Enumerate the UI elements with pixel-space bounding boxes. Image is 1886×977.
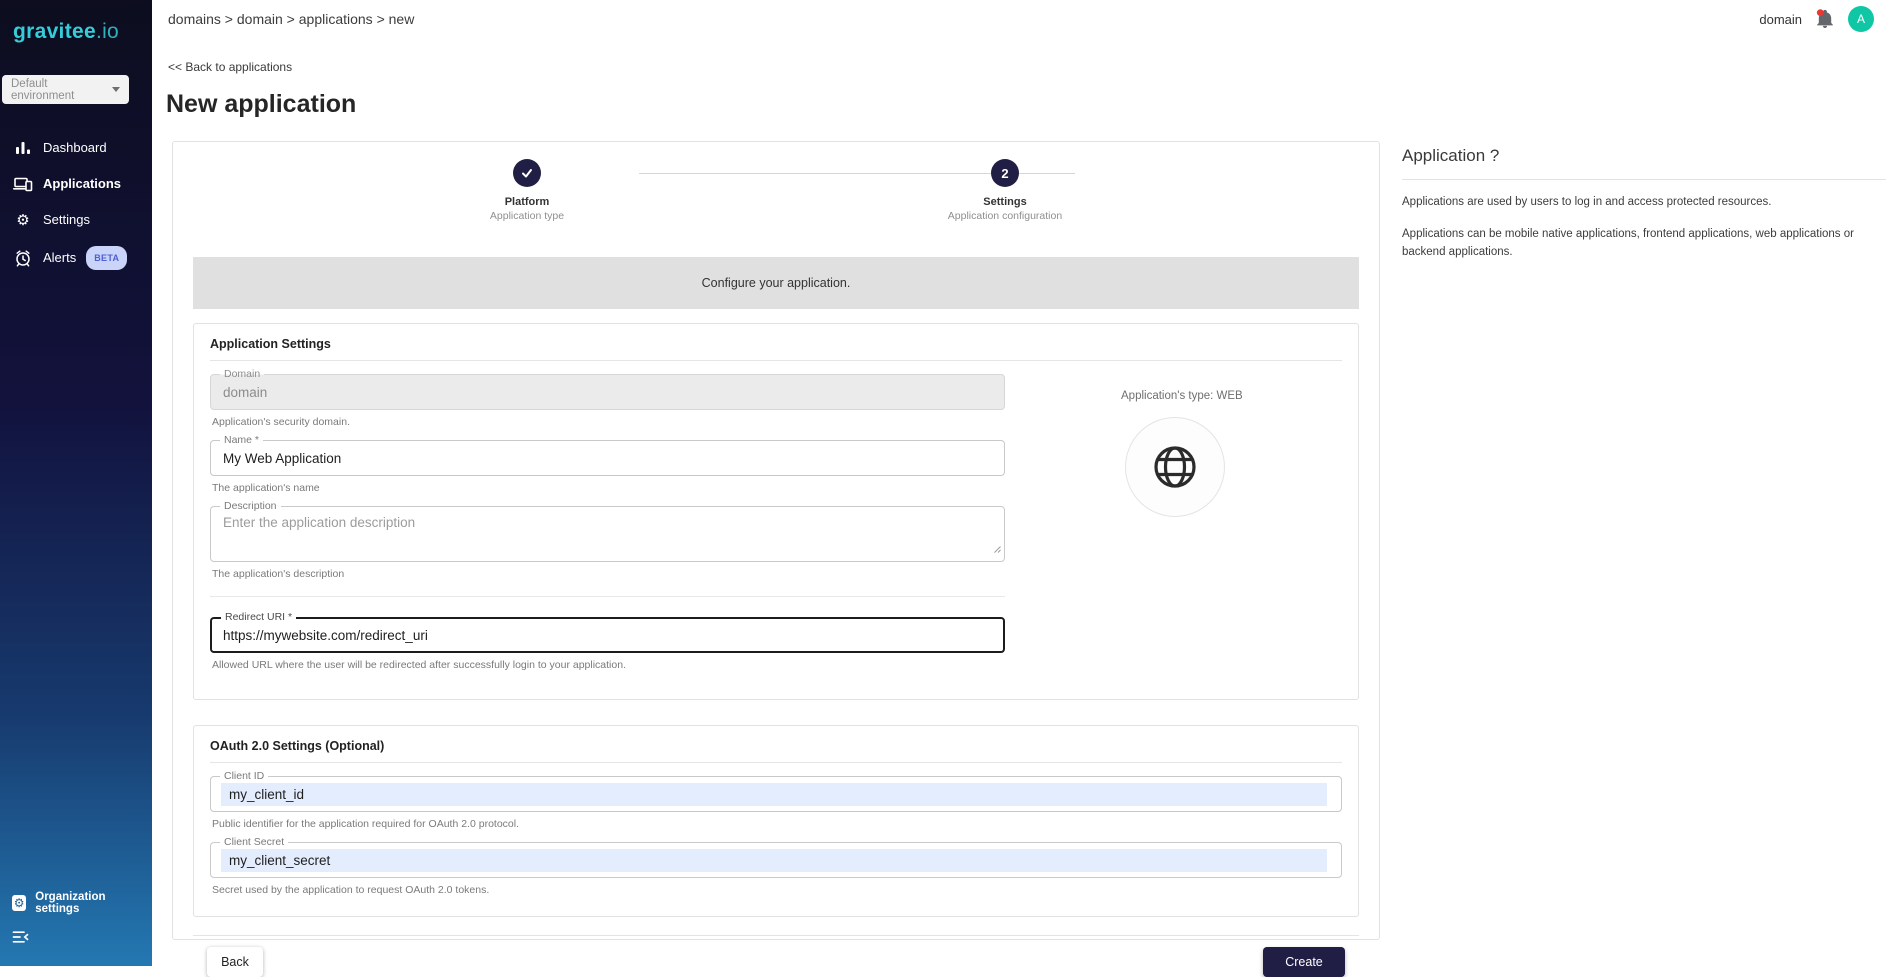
description-field-label: Description	[220, 501, 281, 512]
sidebar-item-settings[interactable]: ⚙ Settings	[0, 202, 152, 238]
organization-settings-button[interactable]: ⚙ Organization settings	[0, 883, 152, 923]
alarm-clock-icon	[13, 248, 33, 268]
organization-settings-label: Organization settings	[35, 891, 140, 915]
help-paragraph: Applications are used by users to log in…	[1402, 194, 1880, 212]
step-number-badge: 2	[991, 159, 1019, 187]
create-button[interactable]: Create	[1263, 947, 1345, 977]
client-secret-hint: Secret used by the application to reques…	[212, 884, 1342, 896]
sidebar-item-alerts[interactable]: Alerts BETA	[0, 238, 152, 278]
description-field: Description	[210, 506, 1005, 562]
stepper: Platform Application type 2 Settings App…	[173, 142, 1379, 242]
beta-badge: BETA	[86, 246, 127, 270]
application-settings-card: Application Settings Domain Application'…	[193, 323, 1359, 700]
redirect-uri-field: Redirect URI *	[210, 617, 1005, 653]
collapse-menu-icon	[12, 929, 29, 945]
description-input[interactable]	[223, 515, 992, 555]
back-button[interactable]: Back	[207, 947, 263, 977]
gear-icon: ⚙	[13, 210, 33, 230]
help-paragraph: Applications can be mobile native applic…	[1402, 226, 1880, 262]
step-label: Settings	[915, 196, 1095, 208]
page-title: New application	[166, 90, 356, 119]
client-secret-input[interactable]	[221, 849, 1327, 872]
name-input[interactable]	[223, 451, 992, 466]
resize-handle-icon[interactable]	[992, 540, 1001, 558]
stepper-step-platform[interactable]: Platform Application type	[437, 159, 617, 222]
gravitee-logo[interactable]: gravitee.io	[0, 0, 152, 44]
sidebar-item-label: Applications	[43, 175, 121, 193]
divider	[1402, 179, 1886, 180]
sidebar-item-applications[interactable]: Applications	[0, 166, 152, 202]
new-application-wizard-card: Platform Application type 2 Settings App…	[172, 141, 1380, 940]
sidebar: gravitee.io Default environment Dashboar…	[0, 0, 152, 966]
step-done-check-icon	[513, 159, 541, 187]
step-sublabel: Application configuration	[915, 210, 1095, 222]
client-id-field: Client ID	[210, 776, 1342, 812]
breadcrumb[interactable]: domains > domain > applications > new	[168, 11, 414, 27]
client-id-field-label: Client ID	[220, 771, 268, 782]
oauth-settings-card: OAuth 2.0 Settings (Optional) Client ID …	[193, 725, 1359, 917]
client-secret-field: Client Secret	[210, 842, 1342, 878]
logo-text: gravitee	[13, 20, 96, 43]
back-to-applications-link[interactable]: << Back to applications	[168, 60, 292, 74]
client-secret-field-label: Client Secret	[220, 837, 288, 848]
account-domain-label: domain	[1759, 12, 1802, 27]
step-sublabel: Application type	[437, 210, 617, 222]
environment-select-value: Default environment	[11, 78, 112, 102]
web-type-circle	[1125, 417, 1225, 517]
divider	[210, 596, 1005, 597]
sidebar-item-label: Dashboard	[43, 139, 107, 157]
sidebar-item-label: Alerts	[43, 249, 76, 267]
oauth-settings-title: OAuth 2.0 Settings (Optional)	[194, 726, 1358, 762]
configure-banner: Configure your application.	[193, 257, 1359, 309]
application-type-label: Application's type: WEB	[1121, 390, 1321, 402]
client-id-input[interactable]	[221, 783, 1327, 806]
help-panel-title: Application ?	[1402, 146, 1870, 166]
name-field: Name *	[210, 440, 1005, 476]
description-hint: The application's description	[212, 568, 1005, 580]
avatar-letter: A	[1857, 12, 1865, 26]
name-field-label: Name *	[220, 435, 263, 446]
application-settings-title: Application Settings	[194, 324, 1358, 360]
wizard-footer: Back Create	[193, 935, 1359, 977]
chevron-down-icon	[112, 87, 120, 92]
devices-icon	[13, 174, 33, 194]
step-label: Platform	[437, 196, 617, 208]
domain-input	[223, 385, 992, 400]
org-gear-icon: ⚙	[12, 895, 26, 911]
logo-suffix: .io	[96, 20, 119, 43]
user-avatar[interactable]: A	[1848, 6, 1874, 32]
sidebar-footer: ⚙ Organization settings	[0, 883, 152, 960]
collapse-sidebar-button[interactable]	[0, 923, 152, 960]
domain-field: Domain	[210, 374, 1005, 410]
application-type-panel: Application's type: WEB	[1121, 390, 1321, 517]
client-id-hint: Public identifier for the application re…	[212, 818, 1342, 830]
bar-chart-icon	[13, 138, 33, 158]
stepper-step-settings[interactable]: 2 Settings Application configuration	[915, 159, 1095, 222]
environment-select[interactable]: Default environment	[2, 75, 129, 104]
name-hint: The application's name	[212, 482, 1005, 494]
topbar-right: domain A	[1759, 6, 1874, 32]
redirect-uri-hint: Allowed URL where the user will be redir…	[212, 659, 1005, 671]
globe-icon	[1151, 443, 1199, 491]
redirect-uri-input[interactable]	[223, 628, 992, 643]
redirect-uri-field-label: Redirect URI *	[221, 612, 296, 623]
sidebar-menu: Dashboard Applications ⚙ Settings Alerts…	[0, 130, 152, 278]
sidebar-item-dashboard[interactable]: Dashboard	[0, 130, 152, 166]
notifications-bell-icon[interactable]	[1814, 8, 1836, 30]
top-bar: domains > domain > applications > new do…	[152, 0, 1886, 38]
domain-field-label: Domain	[220, 369, 264, 380]
domain-hint: Application's security domain.	[212, 416, 1005, 428]
help-panel: Application ? Applications are used by u…	[1402, 146, 1886, 261]
sidebar-item-label: Settings	[43, 211, 90, 229]
